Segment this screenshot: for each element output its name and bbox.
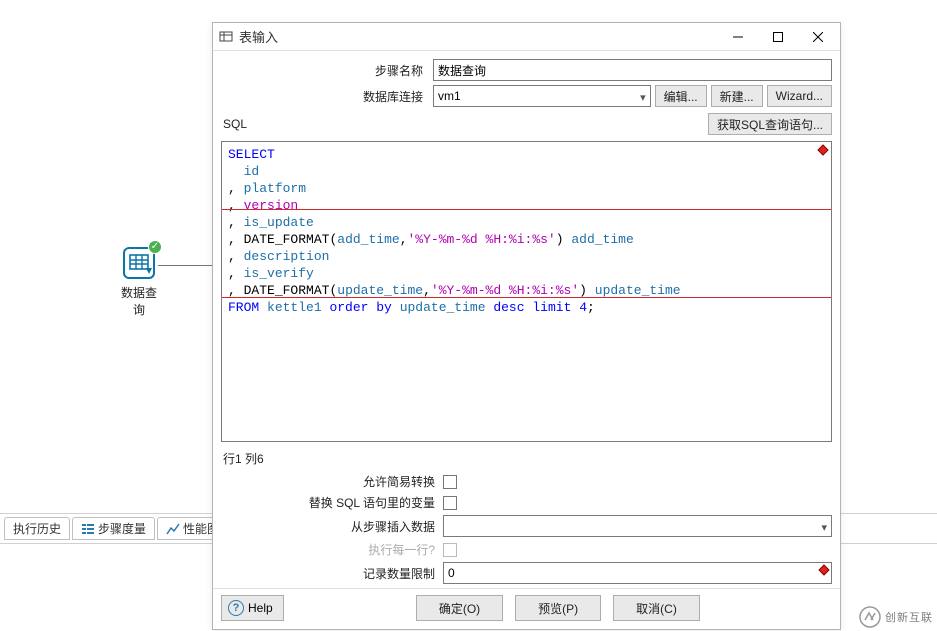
dialog-title: 表输入: [239, 27, 718, 46]
chart-line-icon: [166, 522, 180, 536]
label-step-name: 步骤名称: [221, 62, 429, 79]
checkbox-simple-conv[interactable]: [443, 475, 457, 489]
wizard-button[interactable]: Wizard...: [767, 85, 832, 107]
help-button[interactable]: ? Help: [221, 595, 284, 621]
dialog-icon: [219, 30, 233, 44]
table-input-icon: ✓: [122, 246, 156, 280]
table-input-dialog: 表输入 步骤名称 数据库连接 vm1 编辑... 新建... Wizard...: [212, 22, 841, 630]
checkbox-replace-vars[interactable]: [443, 496, 457, 510]
edit-conn-button[interactable]: 编辑...: [655, 85, 707, 107]
step-name-input[interactable]: [433, 59, 832, 81]
hop-line: [158, 265, 212, 266]
titlebar[interactable]: 表输入: [213, 23, 840, 51]
tab-label: 步骤度量: [98, 520, 146, 537]
cancel-button[interactable]: 取消(C): [613, 595, 700, 621]
help-icon: ?: [228, 600, 244, 616]
ok-button[interactable]: 确定(O): [416, 595, 503, 621]
checkbox-each-row: [443, 543, 457, 557]
label-sql: SQL: [221, 117, 247, 131]
limit-input[interactable]: [443, 562, 832, 584]
label-replace-vars: 替换 SQL 语句里的变量: [221, 494, 439, 511]
close-button[interactable]: [798, 24, 838, 50]
watermark-logo-icon: [859, 606, 881, 628]
minimize-button[interactable]: [718, 24, 758, 50]
get-sql-button[interactable]: 获取SQL查询语句...: [708, 113, 832, 135]
tab-label: 执行历史: [13, 520, 61, 537]
checkmark-badge-icon: ✓: [148, 240, 162, 254]
watermark: 创新互联: [855, 604, 937, 630]
list-icon: [81, 522, 95, 536]
tab-exec-history[interactable]: 执行历史: [4, 517, 70, 540]
help-label: Help: [248, 601, 273, 615]
sql-editor[interactable]: SELECT id , platform , version , is_upda…: [221, 141, 832, 442]
step-node[interactable]: ✓ 数据查询: [118, 246, 160, 302]
cursor-position: 行1 列6: [223, 450, 832, 467]
preview-button[interactable]: 预览(P): [515, 595, 601, 621]
new-conn-button[interactable]: 新建...: [711, 85, 763, 107]
label-db-conn: 数据库连接: [221, 88, 429, 105]
variable-indicator-icon: [818, 564, 830, 576]
watermark-text: 创新互联: [885, 609, 933, 625]
step-node-label: 数据查询: [118, 284, 160, 318]
label-from-step: 从步骤插入数据: [221, 518, 439, 535]
from-step-select[interactable]: [443, 515, 832, 537]
label-limit: 记录数量限制: [221, 565, 439, 582]
label-each-row: 执行每一行?: [221, 541, 439, 558]
label-simple-conv: 允许简易转换: [221, 473, 439, 490]
variable-indicator-icon: [817, 144, 829, 156]
maximize-button[interactable]: [758, 24, 798, 50]
db-conn-select[interactable]: vm1: [433, 85, 651, 107]
tab-step-metrics[interactable]: 步骤度量: [72, 517, 155, 540]
